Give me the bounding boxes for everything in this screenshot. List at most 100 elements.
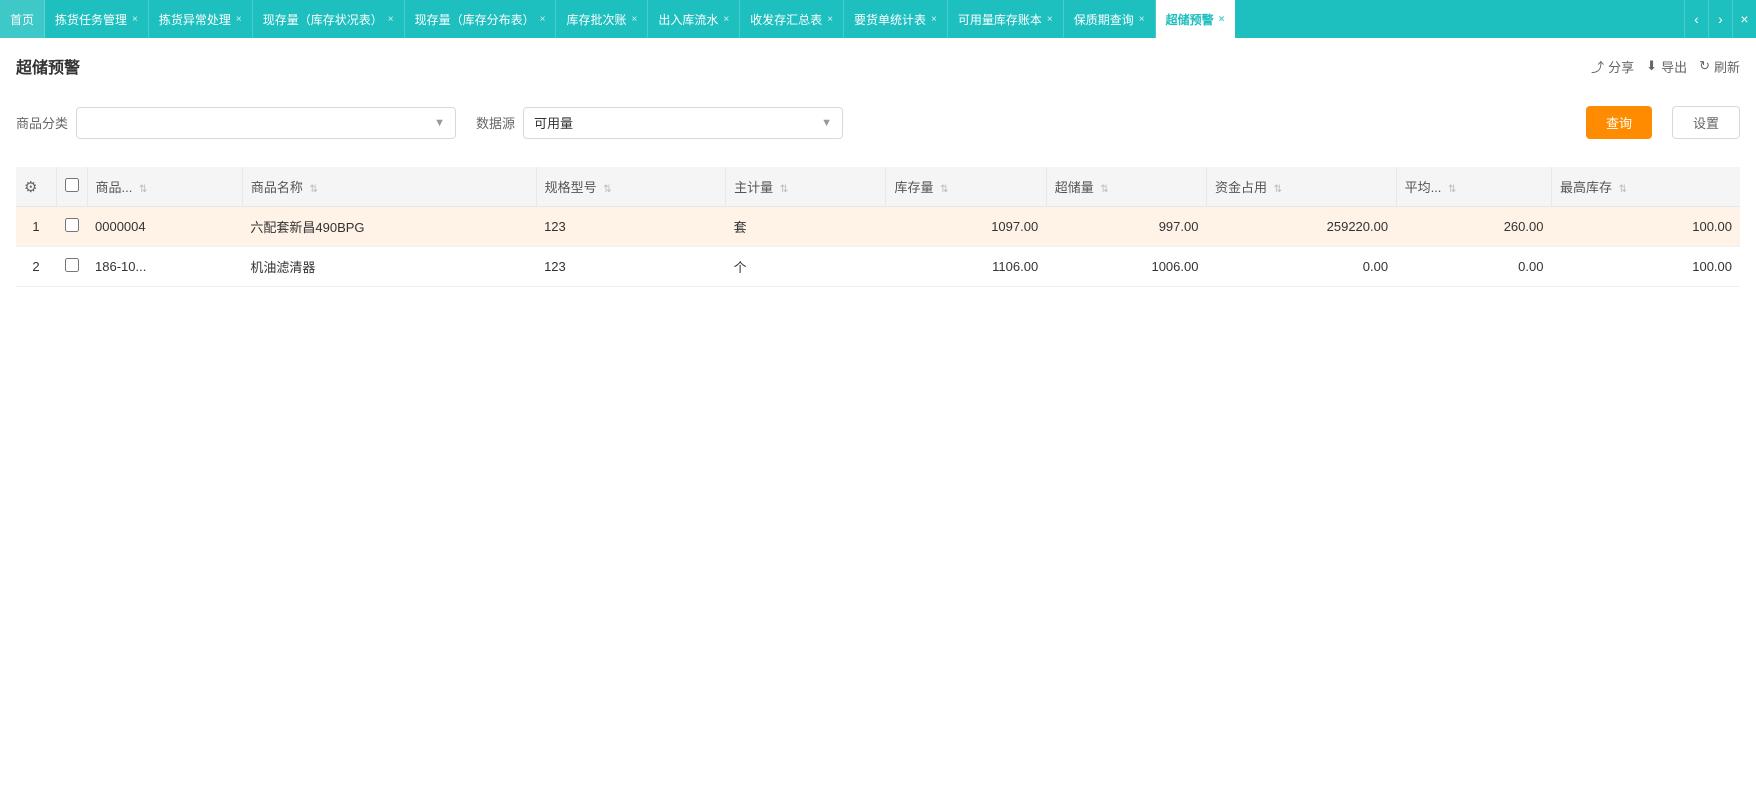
product-name: 六配套新昌490BPG — [242, 207, 536, 247]
nav-expiry-query[interactable]: 保质期查询 × — [1064, 0, 1156, 38]
row-number: 2 — [16, 247, 56, 287]
stock: 1097.00 — [886, 207, 1046, 247]
sort-icon: ⇅ — [139, 184, 147, 195]
datasource-value: 可用量 — [534, 113, 573, 132]
row-checkbox-cell[interactable] — [56, 207, 87, 247]
product-code: 186-10... — [87, 247, 242, 287]
sort-icon: ⇅ — [780, 184, 788, 195]
nav-home[interactable]: 首页 — [0, 0, 45, 38]
sort-icon: ⇅ — [603, 184, 611, 195]
col-settings[interactable]: ⚙ — [16, 167, 56, 207]
overstock: 997.00 — [1046, 207, 1206, 247]
nav-right-arrow[interactable]: › — [1708, 0, 1732, 38]
avg: 0.00 — [1396, 247, 1551, 287]
nav-overstock-alert[interactable]: 超储预警 × — [1156, 0, 1236, 38]
sort-icon: ⇅ — [1274, 184, 1282, 195]
nav-demand-stats[interactable]: 要货单统计表 × — [844, 0, 948, 38]
spec: 123 — [536, 247, 726, 287]
close-icon[interactable]: × — [132, 14, 138, 25]
select-all-checkbox[interactable] — [65, 178, 79, 192]
gear-icon[interactable]: ⚙ — [24, 179, 37, 196]
export-button[interactable]: ⬇ 导出 — [1646, 57, 1687, 76]
nav-exception-handling[interactable]: 拣货异常处理 × — [149, 0, 253, 38]
unit: 套 — [726, 207, 886, 247]
table-row: 1 0000004 六配套新昌490BPG 123 套 1097.00 997.… — [16, 207, 1740, 247]
filter-area: 商品分类 ▼ 数据源 可用量 ▼ 查询 设置 — [16, 94, 1740, 151]
product-code: 0000004 — [87, 207, 242, 247]
col-overstock[interactable]: 超储量 ⇅ — [1046, 167, 1206, 207]
data-table: ⚙ 商品... ⇅ 商品名称 ⇅ 规格型号 ⇅ 主计量 — [16, 167, 1740, 287]
row-checkbox[interactable] — [65, 258, 79, 272]
row-number: 1 — [16, 207, 56, 247]
page-title: 超储预警 — [16, 54, 80, 78]
col-product-name[interactable]: 商品名称 ⇅ — [242, 167, 536, 207]
chevron-down-icon: ▼ — [821, 117, 832, 129]
top-navigation: 首页 拣货任务管理 × 拣货异常处理 × 现存量（库存状况表） × 现存量（库存… — [0, 0, 1756, 38]
nav-batch-account[interactable]: 库存批次账 × — [556, 0, 648, 38]
refresh-icon: ↻ — [1699, 58, 1710, 74]
category-select[interactable]: ▼ — [76, 107, 456, 139]
table-row: 2 186-10... 机油滤清器 123 个 1106.00 1006.00 … — [16, 247, 1740, 287]
close-icon[interactable]: × — [827, 14, 833, 25]
query-button[interactable]: 查询 — [1586, 106, 1652, 139]
col-capital[interactable]: 资金占用 ⇅ — [1206, 167, 1396, 207]
nav-close-arrow[interactable]: × — [1732, 0, 1756, 38]
col-avg[interactable]: 平均... ⇅ — [1396, 167, 1551, 207]
close-icon[interactable]: × — [1047, 14, 1053, 25]
max-stock: 100.00 — [1551, 247, 1740, 287]
max-stock: 100.00 — [1551, 207, 1740, 247]
nav-task-management[interactable]: 拣货任务管理 × — [45, 0, 149, 38]
col-stock[interactable]: 库存量 ⇅ — [886, 167, 1046, 207]
main-content: 超储预警 ⤴ 分享 ⬇ 导出 ↻ 刷新 商品分类 ▼ 数据源 — [0, 38, 1756, 800]
col-max-stock[interactable]: 最高库存 ⇅ — [1551, 167, 1740, 207]
product-name: 机油滤清器 — [242, 247, 536, 287]
sort-icon: ⇅ — [1100, 184, 1108, 195]
col-unit[interactable]: 主计量 ⇅ — [726, 167, 886, 207]
datasource-label: 数据源 — [476, 113, 515, 132]
stock: 1106.00 — [886, 247, 1046, 287]
close-icon[interactable]: × — [723, 14, 729, 25]
close-icon[interactable]: × — [236, 14, 242, 25]
overstock: 1006.00 — [1046, 247, 1206, 287]
close-icon[interactable]: × — [1139, 14, 1145, 25]
capital: 0.00 — [1206, 247, 1396, 287]
datasource-filter: 数据源 可用量 ▼ — [476, 107, 843, 139]
table-header: ⚙ 商品... ⇅ 商品名称 ⇅ 规格型号 ⇅ 主计量 — [16, 167, 1740, 207]
avg: 260.00 — [1396, 207, 1551, 247]
close-icon[interactable]: × — [1219, 14, 1225, 25]
sort-icon: ⇅ — [1448, 184, 1456, 195]
sort-icon: ⇅ — [1619, 184, 1627, 195]
export-icon: ⬇ — [1646, 58, 1657, 74]
settings-button[interactable]: 设置 — [1672, 106, 1740, 139]
chevron-down-icon: ▼ — [434, 117, 445, 129]
page-header: 超储预警 ⤴ 分享 ⬇ 导出 ↻ 刷新 — [16, 54, 1740, 78]
sort-icon: ⇅ — [940, 184, 948, 195]
category-filter: 商品分类 ▼ — [16, 107, 456, 139]
nav-arrows-container: ‹ › × — [1684, 0, 1756, 38]
close-icon[interactable]: × — [931, 14, 937, 25]
nav-inventory-distribution[interactable]: 现存量（库存分布表） × — [405, 0, 557, 38]
table-body: 1 0000004 六配套新昌490BPG 123 套 1097.00 997.… — [16, 207, 1740, 287]
share-icon: ⤴ — [1591, 57, 1604, 76]
refresh-button[interactable]: ↻ 刷新 — [1699, 57, 1740, 76]
close-icon[interactable]: × — [631, 14, 637, 25]
nav-available-ledger[interactable]: 可用量库存账本 × — [948, 0, 1064, 38]
nav-inventory-status[interactable]: 现存量（库存状况表） × — [253, 0, 405, 38]
close-icon[interactable]: × — [540, 14, 546, 25]
unit: 个 — [726, 247, 886, 287]
nav-receive-summary[interactable]: 收发存汇总表 × — [740, 0, 844, 38]
sort-icon: ⇅ — [310, 184, 318, 195]
nav-left-arrow[interactable]: ‹ — [1684, 0, 1708, 38]
nav-inout-flow[interactable]: 出入库流水 × — [648, 0, 740, 38]
row-checkbox[interactable] — [65, 218, 79, 232]
datasource-select[interactable]: 可用量 ▼ — [523, 107, 843, 139]
share-button[interactable]: ⤴ 分享 — [1591, 57, 1634, 76]
col-checkbox[interactable] — [56, 167, 87, 207]
spec: 123 — [536, 207, 726, 247]
col-spec[interactable]: 规格型号 ⇅ — [536, 167, 726, 207]
close-icon[interactable]: × — [388, 14, 394, 25]
col-product-code[interactable]: 商品... ⇅ — [87, 167, 242, 207]
capital: 259220.00 — [1206, 207, 1396, 247]
row-checkbox-cell[interactable] — [56, 247, 87, 287]
header-actions: ⤴ 分享 ⬇ 导出 ↻ 刷新 — [1591, 57, 1740, 76]
